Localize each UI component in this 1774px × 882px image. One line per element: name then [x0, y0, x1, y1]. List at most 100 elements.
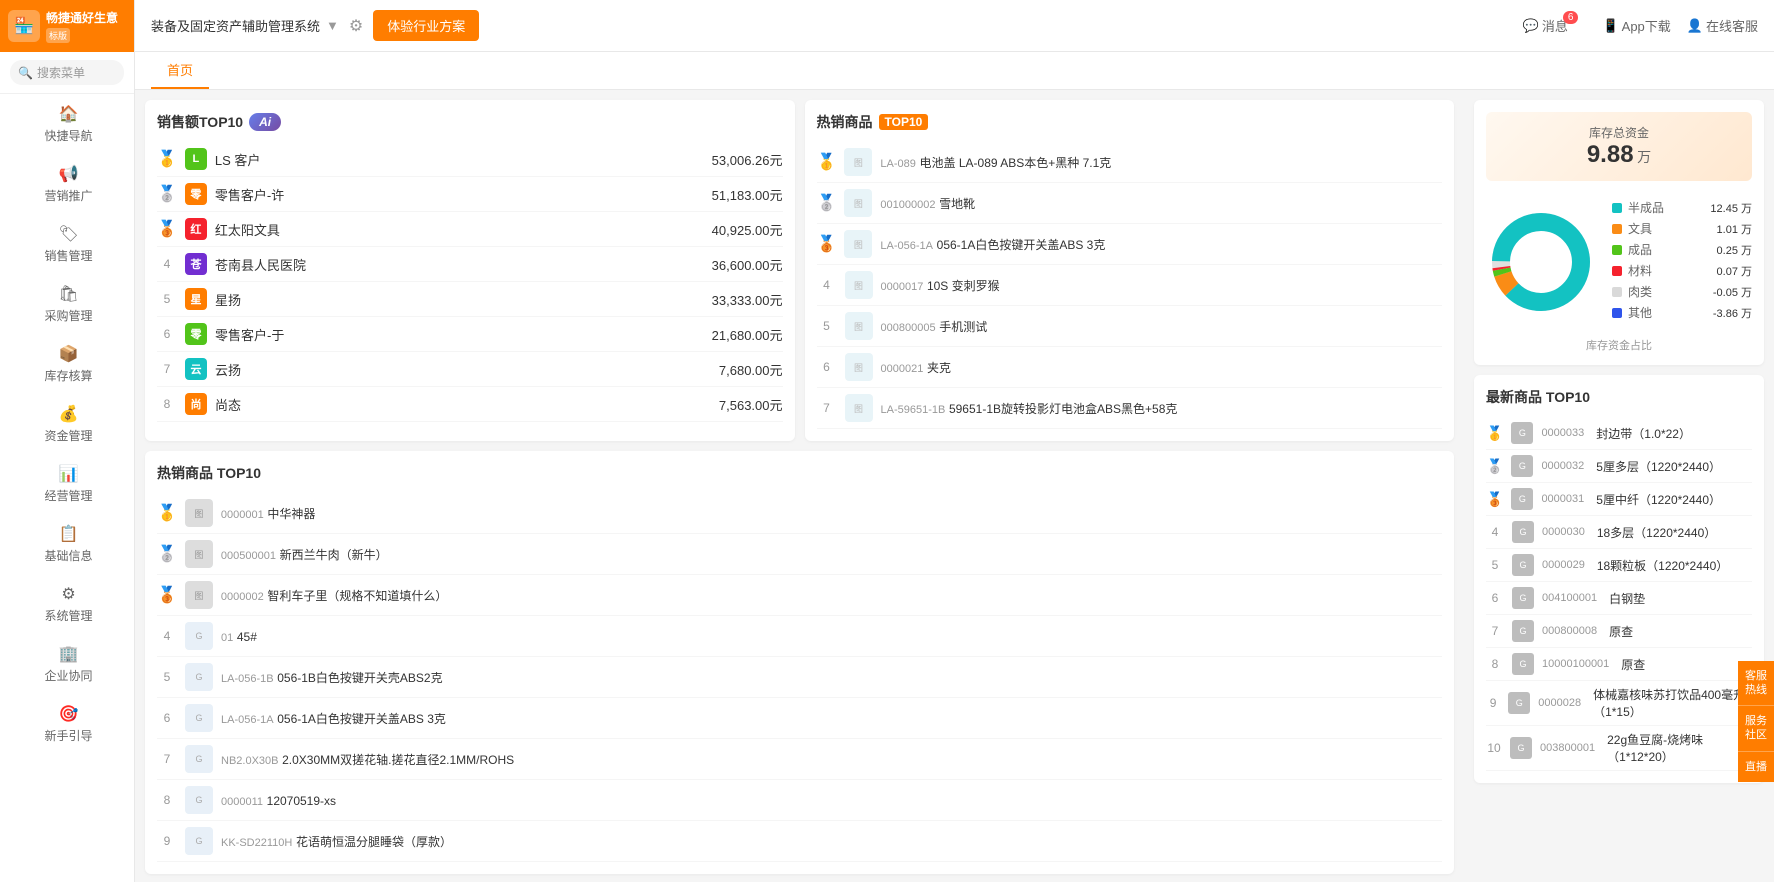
hot-product-thumb: 图 — [185, 540, 213, 568]
product-code: 001000002 — [880, 199, 935, 211]
sidebar-item-quick-nav[interactable]: 🏠 快捷导航 — [0, 94, 134, 154]
dropdown-icon[interactable]: ▼ — [326, 18, 339, 33]
search-trigger[interactable]: 🔍 搜索菜单 — [10, 60, 124, 85]
sidebar-item-finance[interactable]: 💰 资金管理 — [0, 394, 134, 454]
sold-product-row: 6 图 0000021 夹克 — [817, 347, 1443, 388]
float-button[interactable]: 直播 — [1738, 752, 1774, 782]
customer-name: 苍南县人民医院 — [215, 255, 704, 274]
latest-product-row: 8 G 10000100001 原查 — [1486, 648, 1752, 681]
sidebar-item-basic[interactable]: 📋 基础信息 — [0, 514, 134, 574]
legend-value: -3.86 万 — [1713, 305, 1752, 321]
message-area[interactable]: 💬 消息 6 — [1523, 16, 1587, 35]
tab-home[interactable]: 首页 — [151, 52, 209, 89]
hot-product-info: NB2.0X30B 2.0X30MM双搓花轴.搓花直径2.1MM/ROHS — [221, 751, 1442, 768]
rank-number: 9 — [157, 834, 177, 848]
latest-code: 004100001 — [1542, 592, 1597, 604]
product-thumb: 图 — [844, 230, 872, 258]
inventory-icon: 📦 — [59, 344, 79, 364]
latest-code: 003800001 — [1540, 742, 1595, 754]
home-icon: 🏠 — [59, 104, 79, 124]
search-icon: 🔍 — [18, 66, 33, 80]
rank-number: 7 — [817, 401, 837, 415]
sidebar-item-inventory[interactable]: 📦 库存核算 — [0, 334, 134, 394]
logo-icon: 🏪 — [8, 10, 40, 42]
hot-product-info: 0000001 中华神器 — [221, 505, 1442, 522]
legend-name: 其他 — [1628, 304, 1707, 321]
nav-label: 销售管理 — [44, 247, 92, 264]
online-service-label: 在线客服 — [1706, 16, 1758, 35]
hot-product-name: 中华神器 — [267, 507, 315, 521]
rank-number: 7 — [157, 752, 177, 766]
sidebar-item-purchase[interactable]: 🛍 采购管理 — [0, 274, 134, 334]
customer-amount: 40,925.00元 — [712, 220, 783, 239]
sidebar-item-sales[interactable]: 🏷 销售管理 — [0, 214, 134, 274]
sold-product-row: 7 图 LA-59651-1B 59651-1B旋转投影灯电池盒ABS黑色+58… — [817, 388, 1443, 429]
customer-row: 7 云 云扬 7,680.00元 — [157, 352, 783, 387]
hot-product-name: 2.0X30MM双搓花轴.搓花直径2.1MM/ROHS — [282, 753, 514, 767]
hot-products-card: 热销商品 TOP10 🥇 图 0000001 中华神器 🥈 图 00050000… — [145, 451, 1454, 874]
hot-product-thumb: 图 — [185, 581, 213, 609]
latest-code: 0000031 — [1541, 493, 1584, 505]
nav-label: 资金管理 — [44, 427, 92, 444]
marketing-icon: 📢 — [59, 164, 79, 184]
latest-name: 体械嘉核味苏打饮品400毫升（1*15） — [1593, 686, 1752, 720]
product-info: 0000017 10S 变刺罗猴 — [881, 277, 1443, 294]
float-button[interactable]: 服务 社区 — [1738, 706, 1774, 752]
hot-product-code: 0000011 — [221, 796, 263, 808]
product-code: LA-056-1A — [880, 240, 933, 252]
legend-item: 材料 0.07 万 — [1612, 262, 1752, 279]
product-code: 0000021 — [881, 363, 924, 375]
medal-icon: 🥇 — [157, 149, 177, 169]
online-service-area[interactable]: 👤 在线客服 — [1687, 16, 1758, 35]
nav-label: 快捷导航 — [44, 127, 92, 144]
sidebar-item-system[interactable]: ⚙ 系统管理 — [0, 574, 134, 634]
legend-name: 材料 — [1628, 262, 1711, 279]
latest-thumb: G — [1512, 521, 1534, 543]
latest-thumb: G — [1512, 554, 1534, 576]
latest-code: 0000030 — [1542, 526, 1585, 538]
latest-product-row: 10 G 003800001 22g鱼豆腐-烧烤味（1*12*20） — [1486, 726, 1752, 771]
customer-name: 尚态 — [215, 395, 711, 414]
rank-number: 4 — [1486, 525, 1504, 539]
inventory-value: 9.88 — [1587, 141, 1634, 168]
settings-icon[interactable]: ⚙ — [349, 16, 363, 36]
sidebar-item-enterprise[interactable]: 🏢 企业协同 — [0, 634, 134, 694]
rank-number: 6 — [157, 711, 177, 725]
latest-name: 22g鱼豆腐-烧烤味（1*12*20） — [1607, 731, 1752, 765]
hot-product-code: NB2.0X30B — [221, 755, 278, 767]
medal-icon: 🥇 — [817, 152, 837, 172]
customer-badge: 云 — [185, 358, 207, 380]
hot-product-name: 12070519-xs — [267, 794, 336, 808]
search-area[interactable]: 🔍 搜索菜单 — [0, 52, 134, 94]
customer-badge: 尚 — [185, 393, 207, 415]
legend-value: -0.05 万 — [1713, 284, 1752, 300]
donut-legend: 半成品 12.45 万 文具 1.01 万 成品 0.25 万 材料 0.07 … — [1612, 199, 1752, 325]
sidebar-item-operations[interactable]: 📊 经营管理 — [0, 454, 134, 514]
medal-icon: 🥉 — [157, 585, 177, 605]
product-name: 056-1A白色按键开关盖ABS 3克 — [937, 238, 1106, 252]
product-name: 手机测试 — [939, 320, 987, 334]
app-name: 畅捷通好生意 — [46, 9, 118, 26]
rank-number: 6 — [1486, 591, 1504, 605]
product-info: LA-59651-1B 59651-1B旋转投影灯电池盒ABS黑色+58克 — [881, 400, 1443, 417]
product-name: 夹克 — [927, 361, 951, 375]
float-button[interactable]: 客服 热线 — [1738, 661, 1774, 707]
app-download-area[interactable]: 📱 App下载 — [1602, 16, 1670, 35]
hot-product-name: 新西兰牛肉（新牛） — [280, 548, 388, 562]
hot-product-row: 9 G KK-SD22110H 花语萌恒温分腿睡袋（厚款） — [157, 821, 1442, 862]
sidebar-item-marketing[interactable]: 📢 营销推广 — [0, 154, 134, 214]
rank-number: 5 — [1486, 558, 1504, 572]
product-name: 电池盖 LA-089 ABS本色+黑种 7.1克 — [920, 156, 1112, 170]
legend-item: 文具 1.01 万 — [1612, 220, 1752, 237]
content-right: 库存总资金 9.88 万 — [1464, 90, 1774, 882]
legend-value: 0.25 万 — [1717, 242, 1752, 258]
product-thumb: 图 — [845, 271, 873, 299]
customer-badge: 零 — [185, 323, 207, 345]
legend-value: 12.45 万 — [1710, 200, 1752, 216]
rank-number: 4 — [157, 629, 177, 643]
try-btn[interactable]: 体验行业方案 — [373, 10, 479, 41]
legend-value: 1.01 万 — [1717, 221, 1752, 237]
sidebar-item-guide[interactable]: 🎯 新手引导 — [0, 694, 134, 754]
latest-products-title: 最新商品 TOP10 — [1486, 387, 1752, 407]
hot-product-info: 0000011 12070519-xs — [221, 793, 1442, 808]
